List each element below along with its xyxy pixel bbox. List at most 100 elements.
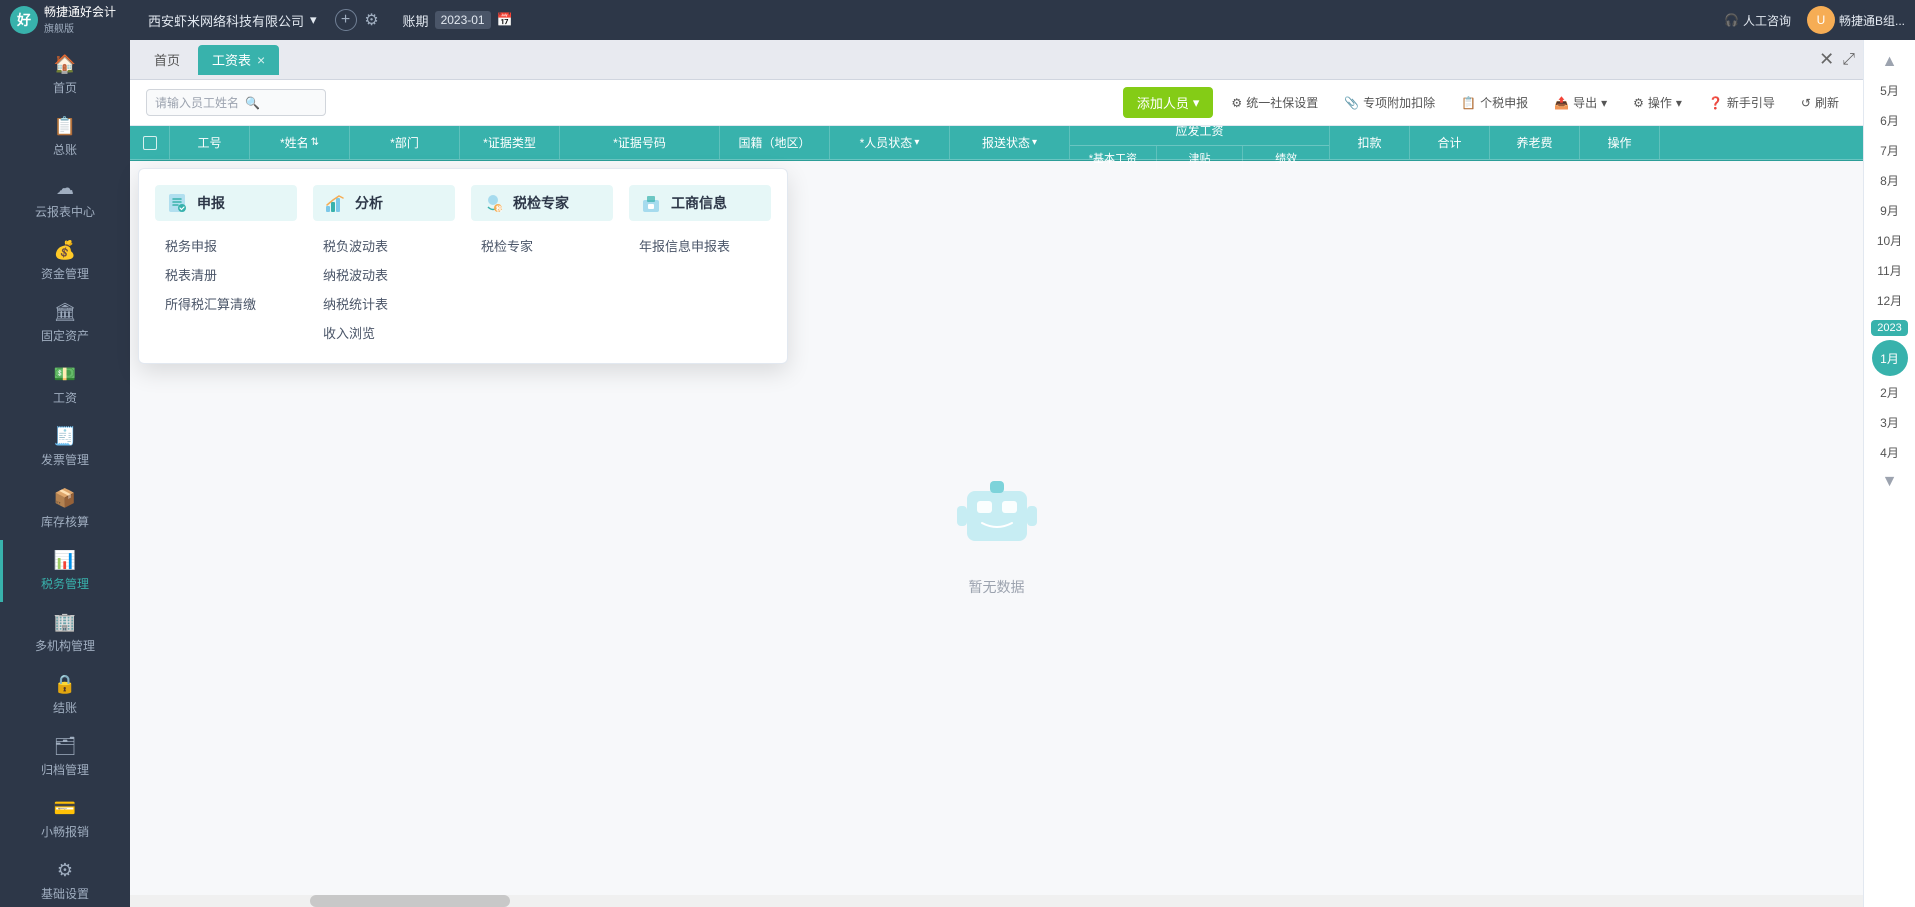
horizontal-scrollbar[interactable] xyxy=(130,895,1863,907)
home-icon: 🏠 xyxy=(54,54,76,75)
toolbar: 请输入员工姓名 🔍 添加人员 ▾ ⚙ 统一社保设置 📎 专项附加扣除 📋 个税申… xyxy=(130,80,1863,126)
sidebar-item-cloud-report[interactable]: ☁ 云报表中心 xyxy=(0,168,130,230)
empty-state-text: 暂无数据 xyxy=(969,577,1025,597)
tab-close-icon[interactable]: × xyxy=(257,53,265,67)
popup-grid: 申报 税务申报 税表清册 所得税汇算清缴 分析 税负波动表 纳税波 xyxy=(155,185,771,347)
sidebar-item-label: 工资 xyxy=(53,389,77,406)
popup-section-title-analysis: 分析 xyxy=(313,185,455,221)
sidebar-item-label: 小畅报销 xyxy=(41,823,89,840)
add-person-button[interactable]: 添加人员 ▾ xyxy=(1123,87,1214,118)
th-name: *姓名 ⇅ xyxy=(250,126,350,159)
settings-icon[interactable]: ⚙ xyxy=(361,9,383,31)
tax-expert-icon: 税 xyxy=(481,191,505,215)
popup-item-tax-table-list[interactable]: 税表清册 xyxy=(155,260,297,289)
scrollbar-thumb[interactable] xyxy=(310,895,510,907)
cal-month-1-active[interactable]: 1月 xyxy=(1872,340,1908,376)
search-placeholder: 请输入员工姓名 xyxy=(155,94,239,111)
ops-icon: ⚙ xyxy=(1633,96,1644,110)
sidebar-item-salary[interactable]: 💵 工资 xyxy=(0,354,130,416)
sidebar-item-tax[interactable]: 📊 税务管理 xyxy=(0,540,130,602)
search-icon[interactable]: 🔍 xyxy=(245,96,260,110)
cal-month-8[interactable]: 8月 xyxy=(1870,166,1910,194)
tax-declaration-button[interactable]: 📋 个税申报 xyxy=(1453,90,1536,115)
company-selector[interactable]: 西安虾米网络科技有限公司 ▾ xyxy=(140,7,325,34)
add-company-button[interactable]: + xyxy=(335,9,357,31)
declaration-icon xyxy=(165,191,189,215)
sidebar-item-label: 发票管理 xyxy=(41,451,89,468)
table-header: 工号 *姓名 ⇅ *部门 *证据类型 *证据号码 xyxy=(130,126,1863,161)
social-insurance-icon: ⚙ xyxy=(1231,96,1242,110)
sidebar-item-multi-org[interactable]: 🏢 多机构管理 xyxy=(0,602,130,664)
sidebar-item-invoice[interactable]: 🧾 发票管理 xyxy=(0,416,130,478)
sidebar-item-ledger[interactable]: 📋 总账 xyxy=(0,106,130,168)
operations-button[interactable]: ⚙ 操作 ▾ xyxy=(1625,90,1690,115)
calendar-down-button[interactable]: ▼ xyxy=(1876,468,1904,496)
refresh-label: 刷新 xyxy=(1815,94,1839,111)
popup-item-annual-report[interactable]: 年报信息申报表 xyxy=(629,231,771,260)
cal-month-9[interactable]: 9月 xyxy=(1870,196,1910,224)
inventory-icon: 📦 xyxy=(54,488,76,509)
sidebar-item-closing[interactable]: 🔒 结账 xyxy=(0,664,130,726)
close-all-tabs-button[interactable]: ✕ xyxy=(1819,49,1834,70)
popup-section-declaration-title: 申报 xyxy=(197,193,225,213)
sidebar-item-inventory[interactable]: 📦 库存核算 xyxy=(0,478,130,540)
cal-month-7[interactable]: 7月 xyxy=(1870,136,1910,164)
popup-section-title-business-info: 工商信息 xyxy=(629,185,771,221)
user-menu[interactable]: U 畅捷通B组... xyxy=(1807,6,1905,34)
popup-item-income-browser[interactable]: 收入浏览 xyxy=(313,318,455,347)
headphone-icon: 🎧 xyxy=(1724,13,1739,27)
export-button[interactable]: 📤 导出 ▾ xyxy=(1546,90,1615,115)
popup-item-tax-expert[interactable]: 税检专家 xyxy=(471,231,613,260)
popup-section-tax-expert: 税 税检专家 税检专家 xyxy=(471,185,613,347)
social-insurance-button[interactable]: ⚙ 统一社保设置 xyxy=(1223,90,1326,115)
cal-month-2[interactable]: 2月 xyxy=(1870,378,1910,406)
filter-report-icon[interactable]: ▾ xyxy=(1032,137,1037,148)
sidebar-item-label: 资金管理 xyxy=(41,265,89,282)
popup-item-tax-stats-table[interactable]: 纳税统计表 xyxy=(313,289,455,318)
sidebar-item-archive[interactable]: 🗂 归档管理 xyxy=(0,726,130,788)
cal-month-12[interactable]: 12月 xyxy=(1870,286,1910,314)
popup-item-tax-payment-table[interactable]: 纳税波动表 xyxy=(313,260,455,289)
user-label: 畅捷通B组... xyxy=(1839,12,1905,29)
company-name: 西安虾米网络科技有限公司 xyxy=(148,11,304,30)
search-box[interactable]: 请输入员工姓名 🔍 xyxy=(146,89,326,116)
tab-salary-table[interactable]: 工资表 × xyxy=(198,45,279,75)
dropdown-arrow-icon: ▾ xyxy=(310,12,317,28)
logo-area: 好 畅捷通好会计 旗舰版 xyxy=(10,5,140,34)
th-total: 合计 xyxy=(1410,126,1490,159)
xiaochang-icon: 💳 xyxy=(54,798,76,819)
cal-month-5[interactable]: 5月 xyxy=(1870,76,1910,104)
popup-item-tax-burden-table[interactable]: 税负波动表 xyxy=(313,231,455,260)
tax-decl-icon: 📋 xyxy=(1461,96,1476,110)
sort-name-icon[interactable]: ⇅ xyxy=(311,137,319,148)
sidebar: ‹ 🏠 首页 📋 总账 ☁ 云报表中心 💰 资金管理 🏛 固定资产 💵 工资 🧾… xyxy=(0,40,130,907)
cal-month-6[interactable]: 6月 xyxy=(1870,106,1910,134)
support-button[interactable]: 🎧 人工咨询 xyxy=(1724,12,1791,29)
sidebar-item-home[interactable]: 🏠 首页 xyxy=(0,44,130,106)
sidebar-item-basic-settings[interactable]: ⚙ 基础设置 xyxy=(0,850,130,907)
expand-button[interactable]: ⤢ xyxy=(1842,51,1855,69)
header-checkbox[interactable] xyxy=(143,136,157,150)
cal-month-10[interactable]: 10月 xyxy=(1870,226,1910,254)
new-guide-button[interactable]: ❓ 新手引导 xyxy=(1700,90,1783,115)
special-deduction-button[interactable]: 📎 专项附加扣除 xyxy=(1336,90,1443,115)
cal-month-11[interactable]: 11月 xyxy=(1870,256,1910,284)
sidebar-item-fund[interactable]: 💰 资金管理 xyxy=(0,230,130,292)
tab-bar-right-actions: ✕ ⤢ xyxy=(1811,40,1863,80)
th-dept-label: *部门 xyxy=(390,134,419,151)
sidebar-item-label: 结账 xyxy=(53,699,77,716)
popup-item-income-tax-settlement[interactable]: 所得税汇算清缴 xyxy=(155,289,297,318)
popup-item-tax-declaration[interactable]: 税务申报 xyxy=(155,231,297,260)
calendar-up-button[interactable]: ▲ xyxy=(1876,48,1904,76)
logo-text-area: 畅捷通好会计 旗舰版 xyxy=(44,5,116,34)
sidebar-item-fixed-assets[interactable]: 🏛 固定资产 xyxy=(0,292,130,354)
cal-month-3[interactable]: 3月 xyxy=(1870,408,1910,436)
refresh-button[interactable]: ↺ 刷新 xyxy=(1793,90,1847,115)
calendar-icon[interactable]: 📅 xyxy=(497,12,513,28)
cal-month-4[interactable]: 4月 xyxy=(1870,438,1910,466)
filter-status-icon[interactable]: ▾ xyxy=(914,137,919,148)
app-subtitle: 旗舰版 xyxy=(44,20,116,35)
tab-home[interactable]: 首页 xyxy=(140,45,194,75)
th-checkbox[interactable] xyxy=(130,126,170,159)
sidebar-item-xiao-chang[interactable]: 💳 小畅报销 xyxy=(0,788,130,850)
